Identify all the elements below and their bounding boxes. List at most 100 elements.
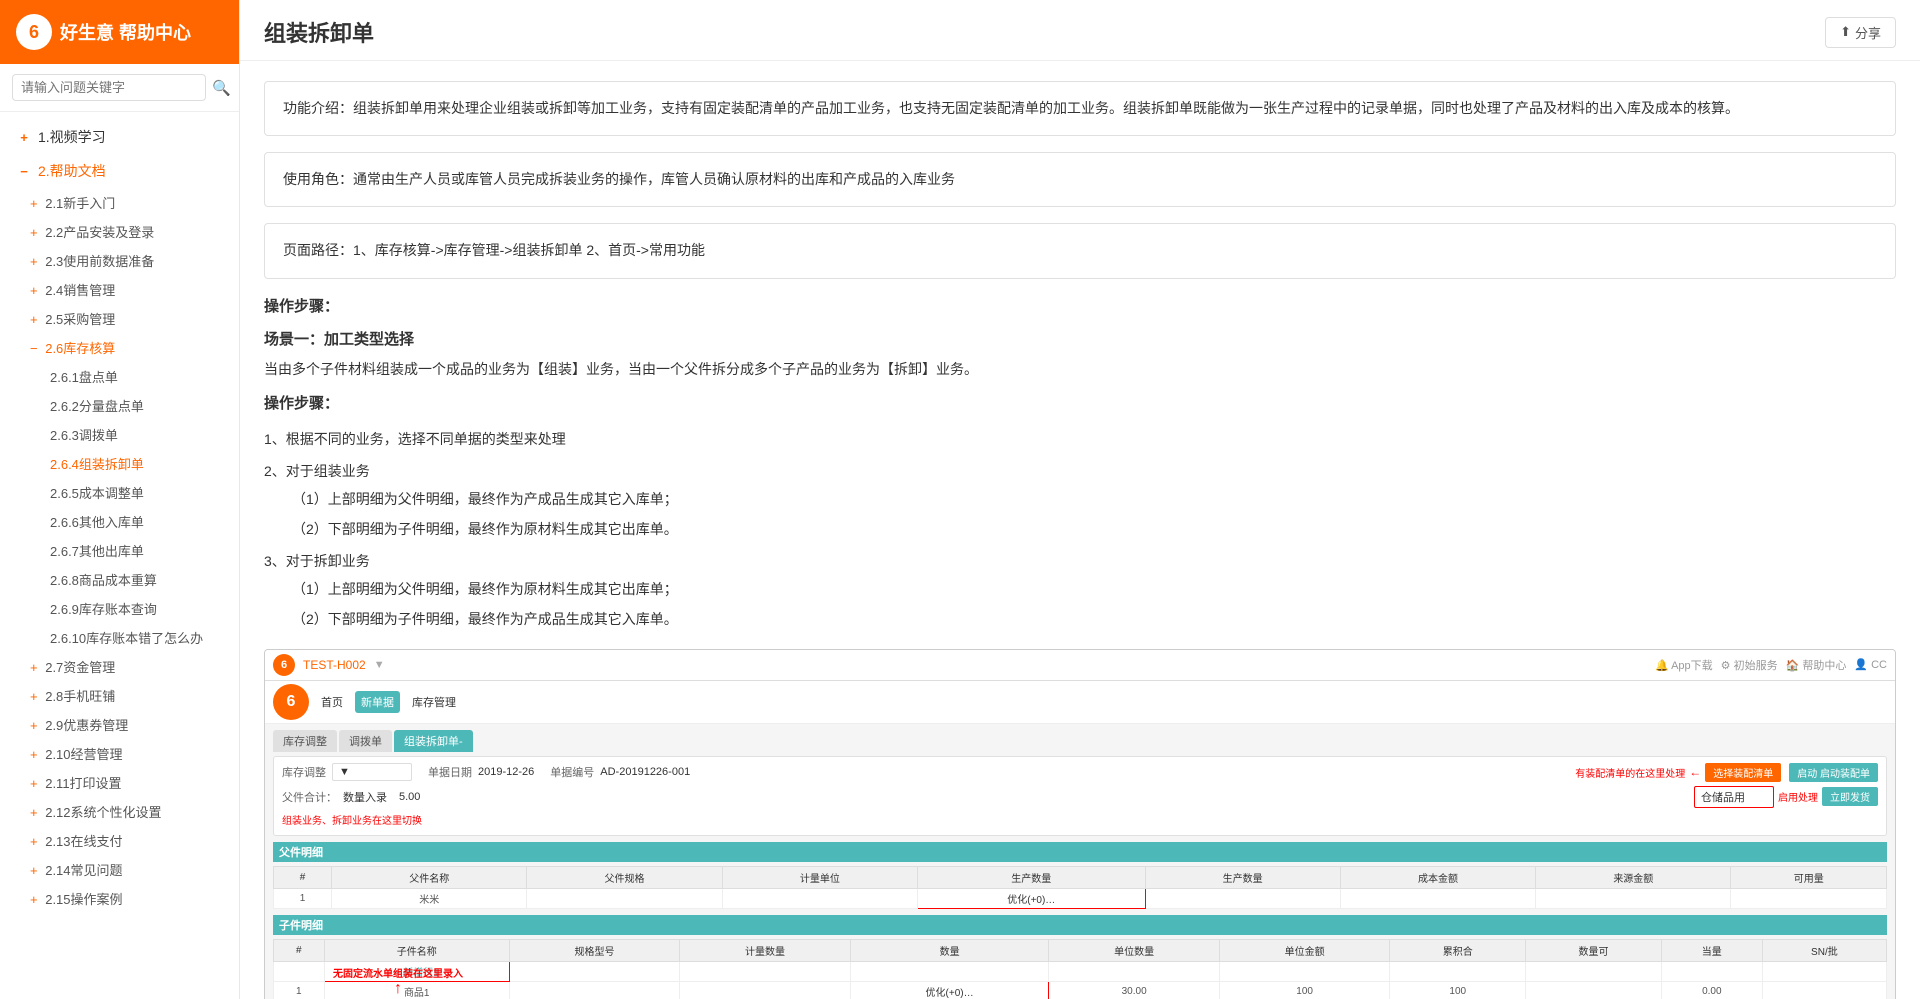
table-row: + 新增行1 [274, 961, 1887, 981]
sidebar-search-bar: 🔍 [0, 64, 239, 112]
sidebar-item-cat27[interactable]: + 2.7资金管理 [30, 652, 239, 681]
cat214-icon: + [30, 863, 38, 878]
step1: 1、根据不同的业务，选择不同单据的类型来处理 [264, 425, 1896, 453]
sidebar-item-cat2[interactable]: − 2.帮助文档 [0, 154, 239, 188]
cat2-label: 2.帮助文档 [38, 161, 106, 181]
sim-nav-home[interactable]: 首页 [315, 691, 349, 713]
sim-app-bar: 6 TEST-H002 ▼ 🔔 App下载 ⚙ 初始服务 🏠 帮助中心 👤 CC [265, 650, 1895, 681]
sidebar-item-cat213[interactable]: + 2.13在线支付 [30, 826, 239, 855]
sim-activate-btn[interactable]: 启动 启动装配单 [1789, 763, 1878, 782]
sim-th-qty: 生产数量 [918, 866, 1145, 888]
scene1-title: 场景一：加工类型选择 [264, 328, 1896, 349]
sim-tab-transfer[interactable]: 调拨单 [339, 730, 392, 752]
sidebar-item-cat1[interactable]: + 1.视频学习 [0, 120, 239, 154]
sidebar: 6 好生意 帮助中心 🔍 + 1.视频学习 − 2.帮助文档 + 2.1新手入门… [0, 0, 240, 999]
sim-form-row2: 父件合计： 数量入录 5.00 仓储品用 启用处理 立即发货 [282, 786, 1878, 808]
app-brand: 好生意 帮助中心 [60, 19, 191, 45]
cat28-icon: + [30, 689, 38, 704]
cat211-icon: + [30, 776, 38, 791]
sidebar-item-cat263[interactable]: 2.6.3调拨单 [42, 420, 239, 449]
sim-tabs: 库存调整 调拨单 组装拆卸单- [273, 730, 1887, 752]
screenshot-inner: 6 TEST-H002 ▼ 🔔 App下载 ⚙ 初始服务 🏠 帮助中心 👤 CC… [265, 650, 1895, 999]
cat22-icon: + [30, 225, 38, 240]
step3-sub1: （1）上部明细为父件明细，最终作为原材料生成其它出库单； [292, 575, 1896, 603]
sim-tab-assembly[interactable]: 组装拆卸单- [394, 730, 473, 752]
sim-tab-warehouse[interactable]: 库存调整 [273, 730, 337, 752]
sidebar-item-cat24[interactable]: + 2.4销售管理 [30, 275, 239, 304]
sidebar-item-cat269[interactable]: 2.6.9库存账本查询 [42, 594, 239, 623]
role-block: 使用角色：通常由生产人员或库管人员完成拆装业务的操作，库管人员确认原材料的出库和… [264, 152, 1896, 207]
step3-subs: （1）上部明细为父件明细，最终作为原材料生成其它出库单； （2）下部明细为子件明… [264, 575, 1896, 633]
search-input[interactable] [12, 74, 206, 101]
sim-app-bar-right: 🔔 App下载 ⚙ 初始服务 🏠 帮助中心 👤 CC [1655, 657, 1887, 673]
sim-no-value: AD-20191226-001 [600, 766, 690, 778]
screenshot-container: 6 TEST-H002 ▼ 🔔 App下载 ⚙ 初始服务 🏠 帮助中心 👤 CC… [264, 649, 1896, 999]
sim-th-no: # [274, 866, 332, 888]
sim-parent-header: 父件明细 [273, 842, 1887, 862]
main-content: 组装拆卸单 ⬆ 分享 功能介绍：组装拆卸单用来处理企业组装或拆卸等加工业务，支持… [240, 0, 1920, 999]
sim-parent-total: 数量入录 [343, 789, 387, 805]
sidebar-item-cat261[interactable]: 2.6.1盘点单 [42, 362, 239, 391]
cat213-icon: + [30, 834, 38, 849]
sim-form-row1: 库存调整 ▼ 单据日期 2019-12-26 单据编号 AD-20191226-… [282, 763, 1878, 782]
search-button[interactable]: 🔍 [212, 79, 231, 97]
annotation2-text: 启用处理 [1778, 789, 1818, 804]
ops-title: 操作步骤： [264, 295, 1896, 316]
sidebar-item-cat266[interactable]: 2.6.6其他入库单 [42, 507, 239, 536]
app-logo: 6 [16, 14, 52, 50]
sim-nav-logo: 6 [273, 684, 309, 720]
ops-section: 操作步骤： 场景一：加工类型选择 当由多个子件材料组装成一个成品的业务为【组装】… [264, 295, 1896, 633]
cat2-toggle-icon: − [16, 163, 32, 179]
main-body: 功能介绍：组装拆卸单用来处理企业组装或拆卸等加工业务，支持有固定装配清单的产品加… [240, 61, 1920, 999]
cat210-icon: + [30, 747, 38, 762]
sidebar-item-cat264[interactable]: 2.6.4组装拆卸单 [42, 449, 239, 478]
sidebar-item-cat23[interactable]: + 2.3使用前数据准备 [30, 246, 239, 275]
sidebar-item-cat268[interactable]: 2.6.8商品成本重算 [42, 565, 239, 594]
sidebar-item-cat215[interactable]: + 2.15操作案例 [30, 884, 239, 913]
sim-sub-section: 子件明细 无固定流水单组装在这里录入 ↑ # 子件名称 规格型号 [273, 915, 1887, 999]
step3: 3、对于拆卸业务 （1）上部明细为父件明细，最终作为原材料生成其它出库单； （2… [264, 547, 1896, 633]
cat21-icon: + [30, 196, 38, 211]
sidebar-item-cat21[interactable]: + 2.1新手入门 [30, 188, 239, 217]
cat26-icon: − [30, 341, 38, 356]
cat27-icon: + [30, 660, 38, 675]
sidebar-item-cat28[interactable]: + 2.8手机旺铺 [30, 681, 239, 710]
sidebar-item-cat22[interactable]: + 2.2产品安装及登录 [30, 217, 239, 246]
sidebar-item-cat29[interactable]: + 2.9优惠券管理 [30, 710, 239, 739]
step3-sub2: （2）下部明细为子件明细，最终作为产成品生成其它入库单。 [292, 605, 1896, 633]
sim-nav-new[interactable]: 新单据 [355, 691, 400, 713]
sidebar-item-cat25[interactable]: + 2.5采购管理 [30, 304, 239, 333]
sim-select-bom-btn[interactable]: 选择装配清单 [1705, 763, 1781, 782]
sidebar-item-cat26[interactable]: − 2.6库存核算 [30, 333, 239, 362]
sim-app-logo: 6 [273, 654, 295, 676]
sim-th-avail: 可用量 [1731, 866, 1887, 888]
sidebar-item-cat212[interactable]: + 2.12系统个性化设置 [30, 797, 239, 826]
intro-block: 功能介绍：组装拆卸单用来处理企业组装或拆卸等加工业务，支持有固定装配清单的产品加… [264, 81, 1896, 136]
sim-confirm-btn[interactable]: 立即发货 [1822, 787, 1878, 806]
cat24-icon: + [30, 283, 38, 298]
intro-text: 功能介绍：组装拆卸单用来处理企业组装或拆卸等加工业务，支持有固定装配清单的产品加… [283, 100, 1739, 116]
sidebar-item-cat214[interactable]: + 2.14常见问题 [30, 855, 239, 884]
share-button[interactable]: ⬆ 分享 [1825, 17, 1896, 48]
role-text: 使用角色：通常由生产人员或库管人员完成拆装业务的操作，库管人员确认原材料的出库和… [283, 171, 955, 187]
sim-form: 库存调整 ▼ 单据日期 2019-12-26 单据编号 AD-20191226-… [273, 756, 1887, 836]
table-row: 1 商品1 优化(+0)… 30.00 100 100 0.00 [274, 981, 1887, 999]
sidebar-item-cat262[interactable]: 2.6.2分量盘点单 [42, 391, 239, 420]
sidebar-item-cat267[interactable]: 2.6.7其他出库单 [42, 536, 239, 565]
sidebar-item-cat2610[interactable]: 2.6.10库存账本错了怎么办 [42, 623, 239, 652]
annotation3-text: 组装业务、拆卸业务在这里切换 [282, 812, 422, 827]
sim-th-name: 父件名称 [332, 866, 527, 888]
sim-th-cost: 成本金额 [1340, 866, 1535, 888]
sim-top-nav: 6 首页 新单据 库存管理 [265, 681, 1895, 724]
sim-content: 库存调整 调拨单 组装拆卸单- 库存调整 ▼ 单据日期 2019-12-26 [265, 724, 1895, 999]
cat23-icon: + [30, 254, 38, 269]
sidebar-item-cat265[interactable]: 2.6.5成本调整单 [42, 478, 239, 507]
sidebar-item-cat211[interactable]: + 2.11打印设置 [30, 768, 239, 797]
sim-nav-inventory[interactable]: 库存管理 [406, 691, 462, 713]
sim-annotation-area: 有装配清单的在这里处理 ← 选择装配清单 启动 启动装配单 [1575, 763, 1878, 782]
sim-warehouse-input[interactable]: 仓储品用 [1694, 786, 1774, 808]
path-block: 页面路径：1、库存核算->库存管理->组装拆卸单 2、首页->常用功能 [264, 223, 1896, 278]
sim-type-input[interactable]: ▼ [332, 763, 412, 781]
sidebar-item-cat210[interactable]: + 2.10经营管理 [30, 739, 239, 768]
sidebar-nav: + 1.视频学习 − 2.帮助文档 + 2.1新手入门 + 2.2产品安装及登录… [0, 112, 239, 999]
